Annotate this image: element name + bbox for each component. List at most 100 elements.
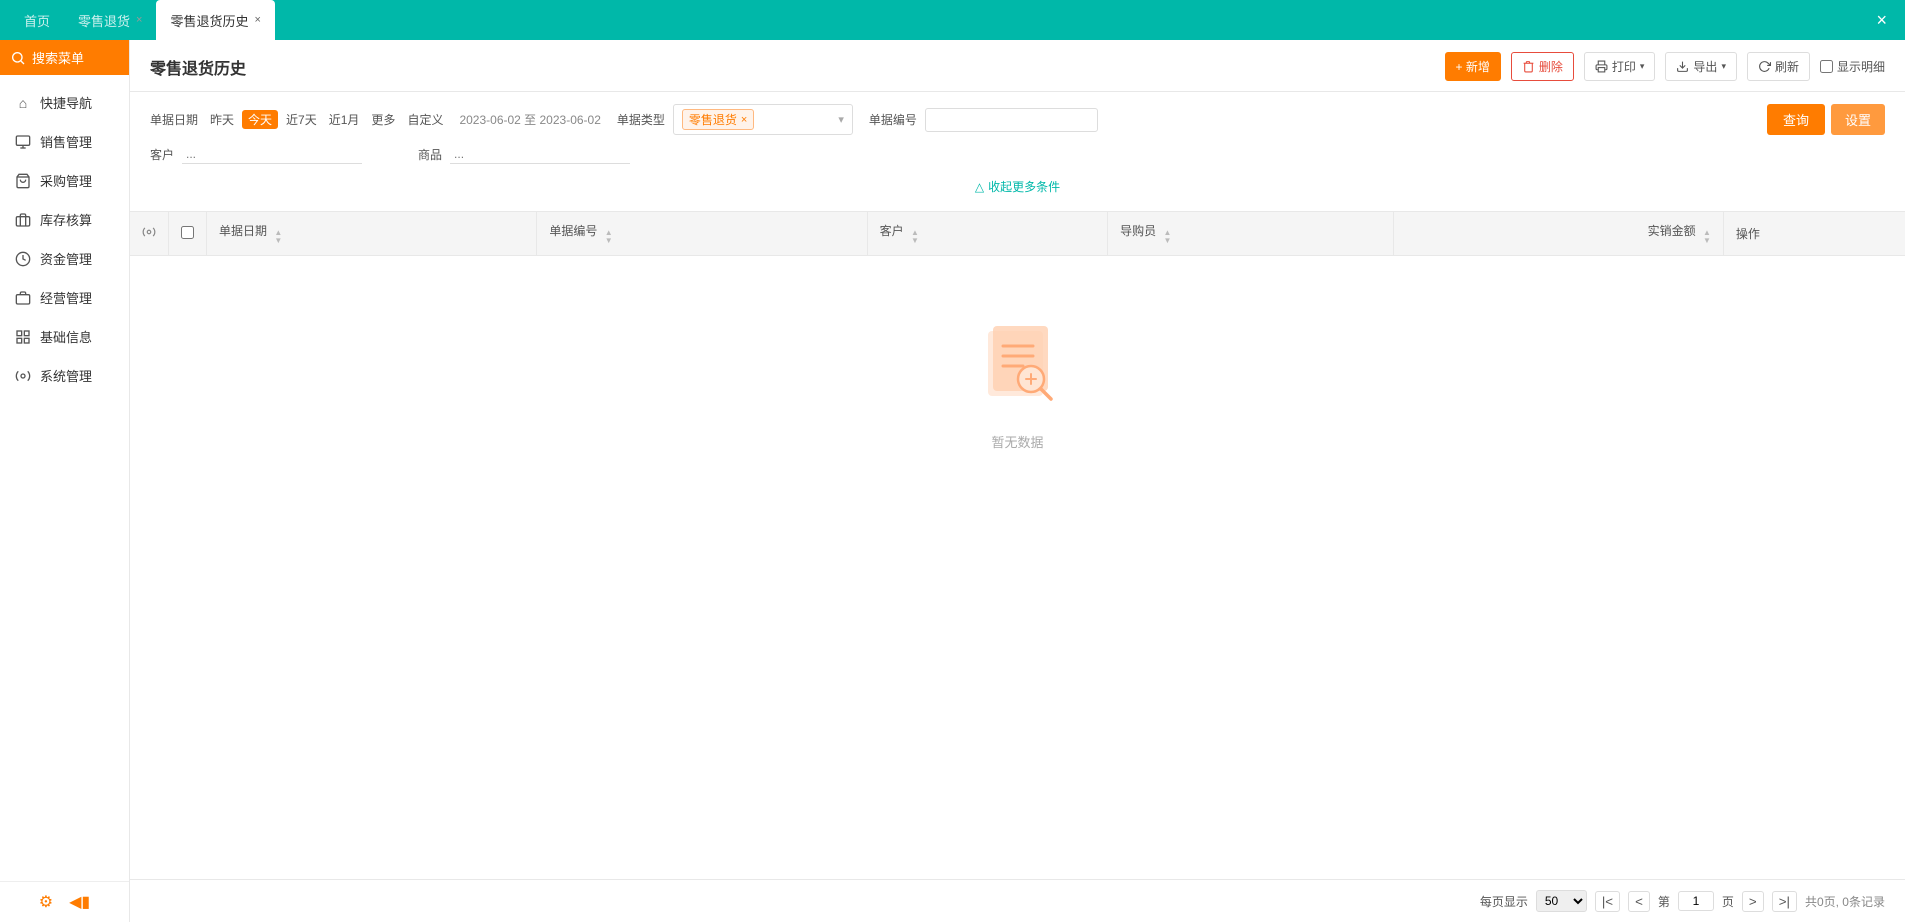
sidebar-item-quick-nav[interactable]: ⌂ 快捷导航 — [0, 83, 129, 122]
show-detail-toggle[interactable]: 显示明细 — [1820, 58, 1885, 75]
tab-retail-return[interactable]: 零售退货 × — [64, 0, 156, 40]
sidebar-item-sales-label: 销售管理 — [40, 132, 92, 151]
settings-bottom-icon[interactable]: ⚙ — [39, 892, 53, 912]
date-range-text: 2023-06-02 至 2023-06-02 — [459, 111, 600, 128]
shortcut-custom[interactable]: 自定义 — [403, 110, 447, 129]
sidebar-item-business[interactable]: 经营管理 — [0, 278, 129, 317]
sidebar-item-finance[interactable]: 资金管理 — [0, 239, 129, 278]
show-detail-checkbox[interactable] — [1820, 60, 1833, 73]
tab-retail-return-history-close[interactable]: × — [254, 14, 260, 26]
query-button[interactable]: 查询 — [1767, 104, 1825, 135]
voucher-no-label: 单据编号 — [869, 111, 917, 128]
th-guide[interactable]: 导购员 ▲▼ — [1108, 212, 1393, 256]
page-input[interactable] — [1678, 891, 1714, 911]
shortcut-more[interactable]: 更多 — [367, 110, 399, 129]
collapse-row[interactable]: △ 收起更多条件 — [150, 174, 1885, 199]
new-button[interactable]: + 新增 — [1445, 52, 1501, 81]
purchase-icon — [14, 172, 32, 190]
tab-retail-return-close[interactable]: × — [136, 14, 142, 26]
sidebar-item-sales-mgmt[interactable]: 销售管理 — [0, 122, 129, 161]
filter-row-2: 客户 商品 — [150, 145, 1885, 164]
tab-retail-return-label: 零售退货 — [78, 11, 130, 30]
print-button[interactable]: 打印 ▾ — [1584, 52, 1656, 81]
page-title-row: 零售退货历史 + 新增 删除 打印 ▾ — [150, 52, 1885, 81]
audio-bottom-icon[interactable]: ◀▮ — [69, 892, 90, 912]
th-action-label: 操作 — [1736, 227, 1760, 241]
refresh-button-label: 刷新 — [1775, 58, 1799, 75]
business-icon — [14, 289, 32, 307]
table-header-row: 单据日期 ▲▼ 单据编号 ▲▼ 客户 ▲▼ — [130, 212, 1905, 256]
goods-input[interactable] — [450, 145, 630, 164]
sidebar-search-label: 搜索菜单 — [32, 48, 84, 67]
next-page-button[interactable]: > — [1742, 891, 1764, 912]
settings-filter-button[interactable]: 设置 — [1831, 104, 1885, 135]
sidebar-item-basic-info-label: 基础信息 — [40, 327, 92, 346]
voucher-no-input[interactable] — [925, 108, 1098, 132]
voucher-type-tag-text: 零售退货 — [689, 111, 737, 128]
basic-info-icon — [14, 328, 32, 346]
tab-home[interactable]: 首页 — [10, 0, 64, 40]
show-detail-label: 显示明细 — [1837, 58, 1885, 75]
th-date-label: 单据日期 — [219, 224, 267, 238]
table-area: 单据日期 ▲▼ 单据编号 ▲▼ 客户 ▲▼ — [130, 212, 1905, 922]
sidebar-item-system[interactable]: 系统管理 — [0, 356, 129, 395]
th-guide-sort: ▲▼ — [1164, 229, 1172, 245]
page-title: 零售退货历史 — [150, 55, 246, 79]
th-amount[interactable]: 实销金额 ▲▼ — [1393, 212, 1723, 256]
th-settings[interactable] — [130, 212, 169, 256]
prev-page-button[interactable]: < — [1628, 891, 1650, 912]
th-amount-sort: ▲▼ — [1703, 229, 1711, 245]
system-icon — [14, 367, 32, 385]
window-close-button[interactable]: × — [1868, 10, 1895, 31]
delete-button[interactable]: 删除 — [1511, 52, 1574, 81]
customer-input[interactable] — [182, 145, 362, 164]
shortcut-1month[interactable]: 近1月 — [325, 110, 364, 129]
th-customer[interactable]: 客户 ▲▼ — [867, 212, 1108, 256]
voucher-type-tag: 零售退货 × — [682, 109, 754, 130]
collapse-label: 收起更多条件 — [988, 178, 1060, 195]
export-button[interactable]: 导出 ▾ — [1665, 52, 1737, 81]
tab-retail-return-history[interactable]: 零售退货历史 × — [156, 0, 274, 40]
sidebar-item-inventory[interactable]: 库存核算 — [0, 200, 129, 239]
sidebar-item-business-label: 经营管理 — [40, 288, 92, 307]
goods-filter-label: 商品 — [418, 146, 442, 163]
th-no[interactable]: 单据编号 ▲▼ — [537, 212, 867, 256]
shortcut-7days[interactable]: 近7天 — [282, 110, 321, 129]
sidebar-item-inventory-label: 库存核算 — [40, 210, 92, 229]
sidebar-item-purchase-mgmt[interactable]: 采购管理 — [0, 161, 129, 200]
inventory-icon — [14, 211, 32, 229]
voucher-type-label: 单据类型 — [617, 111, 665, 128]
finance-icon — [14, 250, 32, 268]
customer-filter-label: 客户 — [150, 146, 174, 163]
voucher-type-select[interactable]: 零售退货 × ▾ — [673, 104, 853, 135]
shortcut-today[interactable]: 今天 — [242, 110, 278, 129]
voucher-no-filter: 单据编号 — [869, 108, 1098, 132]
sidebar-item-basic-info[interactable]: 基础信息 — [0, 317, 129, 356]
shortcut-yesterday[interactable]: 昨天 — [206, 110, 238, 129]
export-chevron: ▾ — [1721, 61, 1726, 72]
th-date[interactable]: 单据日期 ▲▼ — [207, 212, 537, 256]
export-button-label: 导出 — [1693, 58, 1717, 75]
search-icon — [10, 50, 26, 66]
toolbar: + 新增 删除 打印 ▾ 导出 ▾ — [1445, 52, 1885, 81]
new-button-label: + 新增 — [1456, 58, 1490, 75]
pagination-bar: 每页显示 50 20 100 |< < 第 页 > >| 共0页, 0条记录 — [130, 879, 1905, 922]
empty-state: 暂无数据 — [130, 256, 1905, 511]
filter-action-btns: 查询 设置 — [1767, 104, 1885, 135]
th-check[interactable] — [169, 212, 207, 256]
th-no-label: 单据编号 — [549, 224, 597, 238]
print-button-label: 打印 — [1612, 58, 1636, 75]
th-amount-label: 实销金额 — [1648, 224, 1696, 238]
last-page-button[interactable]: >| — [1772, 891, 1797, 912]
sidebar-bottom: ⚙ ◀▮ — [0, 881, 129, 922]
sidebar-item-quick-nav-label: 快捷导航 — [40, 93, 92, 112]
page-size-select[interactable]: 50 20 100 — [1536, 890, 1587, 912]
first-page-button[interactable]: |< — [1595, 891, 1620, 912]
voucher-type-tag-close[interactable]: × — [741, 114, 747, 126]
refresh-button[interactable]: 刷新 — [1747, 52, 1810, 81]
sidebar-item-purchase-label: 采购管理 — [40, 171, 92, 190]
sidebar-search[interactable]: 搜索菜单 — [0, 40, 129, 75]
tab-bar: 首页 零售退货 × 零售退货历史 × — [10, 0, 275, 40]
filter-row-1: 单据日期 昨天 今天 近7天 近1月 更多 自定义 2023-06-02 至 2… — [150, 104, 1885, 135]
select-all-checkbox[interactable] — [181, 226, 194, 239]
